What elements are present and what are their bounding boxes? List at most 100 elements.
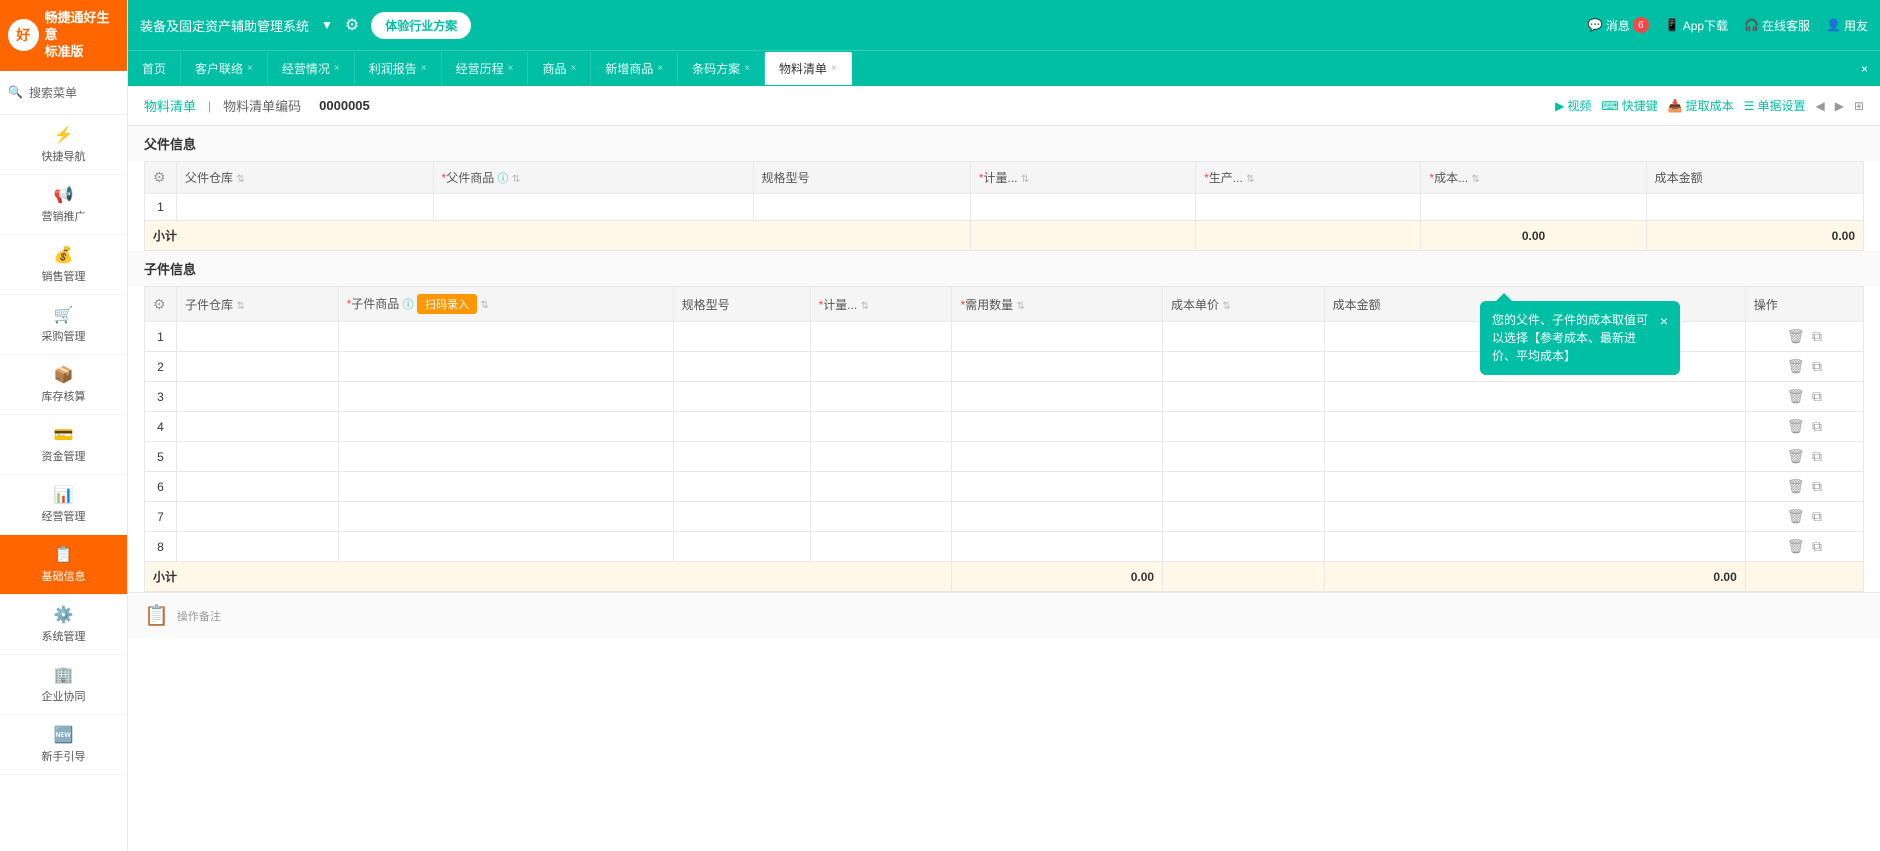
- delete-icon[interactable]: 🗑: [1787, 388, 1805, 404]
- child-product-cell[interactable]: [338, 412, 673, 442]
- tab-close-customers[interactable]: ×: [247, 63, 253, 74]
- child-product-cell[interactable]: [338, 532, 673, 562]
- nav-tab-barcode[interactable]: 条码方案 ×: [678, 52, 765, 85]
- tab-close-history[interactable]: ×: [508, 63, 514, 74]
- breadcrumb-bom[interactable]: 物料清单: [144, 96, 196, 115]
- child-unit-cost-cell[interactable]: [1163, 352, 1325, 382]
- child-unit-cell[interactable]: [810, 382, 952, 412]
- parent-unit-cell[interactable]: [970, 194, 1195, 221]
- nav-tab-operations-status[interactable]: 经营情况 ×: [268, 52, 355, 85]
- parent-cost-cell[interactable]: [1421, 194, 1646, 221]
- tab-close-new-product[interactable]: ×: [657, 63, 663, 74]
- nav-tab-profit[interactable]: 利润报告 ×: [355, 52, 442, 85]
- child-qty-cell[interactable]: [952, 322, 1163, 352]
- child-product-cell[interactable]: [338, 472, 673, 502]
- nav-tab-customers[interactable]: 客户联络 ×: [181, 52, 268, 85]
- parent-product-cell[interactable]: [433, 194, 753, 221]
- copy-icon[interactable]: ⧉: [1812, 508, 1822, 524]
- child-qty-cell[interactable]: [952, 412, 1163, 442]
- sidebar-item-guide[interactable]: 🆕新手引导: [0, 715, 127, 775]
- delete-icon[interactable]: 🗑: [1787, 478, 1805, 494]
- single-setting-button[interactable]: ☰ 单据设置: [1744, 97, 1806, 114]
- nav-tab-history[interactable]: 经营历程 ×: [442, 52, 529, 85]
- child-unit-cost-cell[interactable]: [1163, 442, 1325, 472]
- child-cost-amount-cell[interactable]: [1324, 412, 1745, 442]
- child-product-cell[interactable]: [338, 352, 673, 382]
- child-qty-cell[interactable]: [952, 352, 1163, 382]
- system-dropdown-icon[interactable]: ▼: [321, 18, 333, 32]
- child-unit-cost-cell[interactable]: [1163, 472, 1325, 502]
- child-unit-cell[interactable]: [810, 472, 952, 502]
- child-unit-cell[interactable]: [810, 502, 952, 532]
- child-warehouse-cell[interactable]: [177, 322, 339, 352]
- child-spec-cell[interactable]: [673, 442, 810, 472]
- child-product-cell[interactable]: [338, 322, 673, 352]
- child-unit-cell[interactable]: [810, 412, 952, 442]
- child-warehouse-cell[interactable]: [177, 412, 339, 442]
- parent-cost-amount-cell[interactable]: [1646, 194, 1863, 221]
- sidebar-item-purchase[interactable]: 🛒采购管理: [0, 295, 127, 355]
- child-product-cell[interactable]: [338, 382, 673, 412]
- copy-icon[interactable]: ⧉: [1812, 388, 1822, 404]
- copy-icon[interactable]: ⧉: [1812, 478, 1822, 494]
- delete-icon[interactable]: 🗑: [1787, 508, 1805, 524]
- trial-button[interactable]: 体验行业方案: [371, 12, 471, 39]
- parent-production-cell[interactable]: [1196, 194, 1421, 221]
- child-unit-cell[interactable]: [810, 322, 952, 352]
- sidebar-item-basic-info[interactable]: 📋基础信息: [0, 535, 127, 595]
- settings-gear-icon[interactable]: ⚙: [345, 15, 359, 35]
- copy-icon[interactable]: ⧉: [1812, 538, 1822, 554]
- child-spec-cell[interactable]: [673, 472, 810, 502]
- nav-tab-home[interactable]: 首页: [128, 52, 181, 85]
- delete-icon[interactable]: 🗑: [1787, 358, 1805, 374]
- child-warehouse-cell[interactable]: [177, 472, 339, 502]
- child-warehouse-cell[interactable]: [177, 532, 339, 562]
- parent-warehouse-cell[interactable]: [177, 194, 434, 221]
- child-unit-cost-cell[interactable]: [1163, 382, 1325, 412]
- parent-settings-icon[interactable]: ⚙: [153, 169, 166, 185]
- sidebar-item-system[interactable]: ⚙️系统管理: [0, 595, 127, 655]
- child-qty-cell[interactable]: [952, 502, 1163, 532]
- user-menu[interactable]: 👤 用友: [1826, 17, 1868, 34]
- sidebar-item-enterprise[interactable]: 🏢企业协同: [0, 655, 127, 715]
- sidebar-search[interactable]: 🔍 搜索菜单: [0, 71, 127, 115]
- child-unit-cell[interactable]: [810, 532, 952, 562]
- child-qty-cell[interactable]: [952, 382, 1163, 412]
- copy-icon[interactable]: ⧉: [1812, 448, 1822, 464]
- child-spec-cell[interactable]: [673, 322, 810, 352]
- child-spec-cell[interactable]: [673, 382, 810, 412]
- child-spec-cell[interactable]: [673, 412, 810, 442]
- delete-icon[interactable]: 🗑: [1787, 448, 1805, 464]
- tab-close-barcode[interactable]: ×: [744, 63, 750, 74]
- close-all-tabs-button[interactable]: ×: [1849, 54, 1880, 84]
- child-warehouse-cell[interactable]: [177, 382, 339, 412]
- nav-left-icon[interactable]: ◀: [1815, 99, 1824, 113]
- delete-icon[interactable]: 🗑: [1787, 328, 1805, 344]
- child-spec-cell[interactable]: [673, 502, 810, 532]
- tab-close-operations-status[interactable]: ×: [334, 63, 340, 74]
- parent-spec-cell[interactable]: [753, 194, 970, 221]
- child-qty-cell[interactable]: [952, 472, 1163, 502]
- tab-close-products[interactable]: ×: [570, 63, 576, 74]
- shortcut-button[interactable]: ⌨ 快捷键: [1601, 97, 1657, 114]
- nav-tab-products[interactable]: 商品 ×: [528, 52, 591, 85]
- child-cost-amount-cell[interactable]: [1324, 502, 1745, 532]
- child-unit-cost-cell[interactable]: [1163, 532, 1325, 562]
- nav-tab-bom[interactable]: 物料清单 ×: [765, 52, 852, 85]
- view-video-button[interactable]: ▶ 视频: [1555, 97, 1591, 114]
- child-warehouse-cell[interactable]: [177, 442, 339, 472]
- extract-cost-button[interactable]: 📥 提取成本: [1668, 97, 1734, 114]
- sidebar-item-marketing[interactable]: 📢营销推广: [0, 175, 127, 235]
- child-warehouse-cell[interactable]: [177, 352, 339, 382]
- delete-icon[interactable]: 🗑: [1787, 418, 1805, 434]
- child-unit-cost-cell[interactable]: [1163, 412, 1325, 442]
- child-cost-amount-cell[interactable]: [1324, 472, 1745, 502]
- nav-tab-new-product[interactable]: 新增商品 ×: [591, 52, 678, 85]
- tab-close-profit[interactable]: ×: [421, 63, 427, 74]
- copy-icon[interactable]: ⧉: [1812, 328, 1822, 344]
- message-button[interactable]: 💬 消息 6: [1588, 17, 1649, 34]
- tooltip-close-button[interactable]: ×: [1660, 311, 1668, 332]
- child-spec-cell[interactable]: [673, 532, 810, 562]
- child-product-cell[interactable]: [338, 442, 673, 472]
- sidebar-item-quick-nav[interactable]: ⚡快捷导航: [0, 115, 127, 175]
